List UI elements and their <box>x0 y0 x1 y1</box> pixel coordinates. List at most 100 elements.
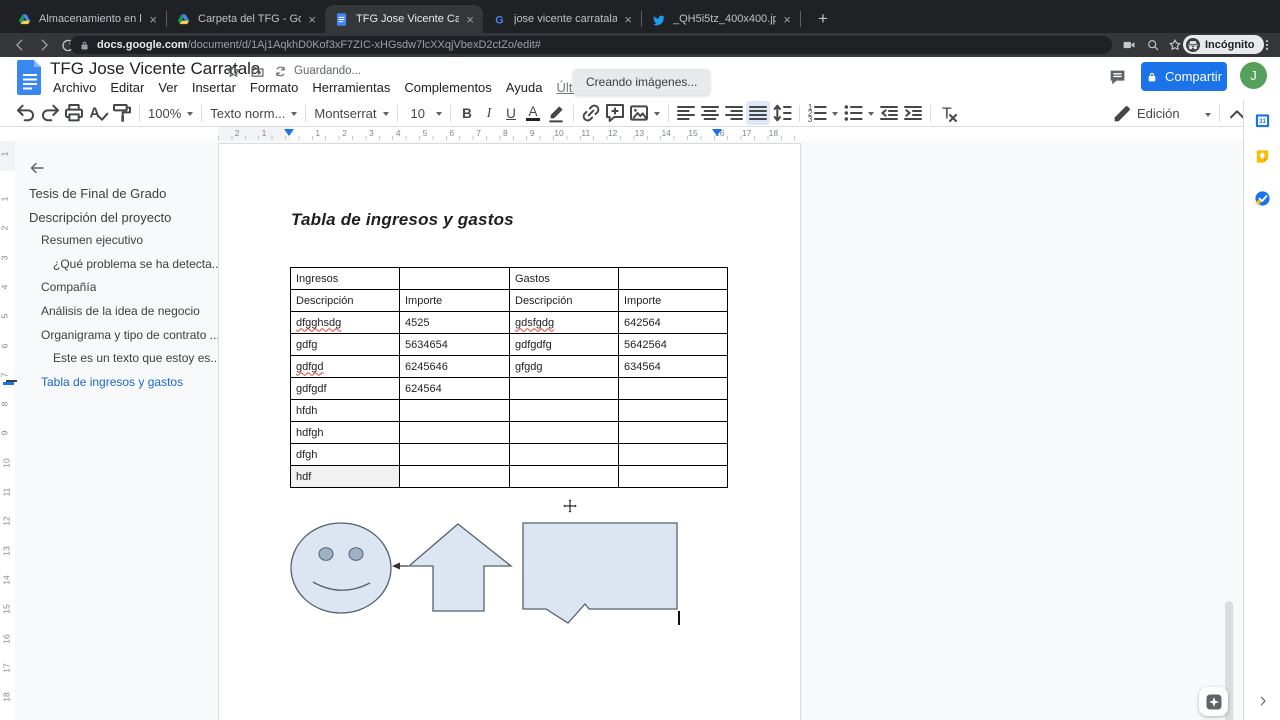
table-cell[interactable]: 5642564 <box>618 333 728 356</box>
table-cell[interactable] <box>399 465 510 488</box>
move-folder-icon[interactable] <box>250 64 265 79</box>
document-page[interactable]: Tabla de ingresos y gastos Ingresos Gasto… <box>218 143 801 720</box>
menu-complementos[interactable]: Complementos <box>404 80 491 95</box>
table-cell[interactable]: gdsfgdg <box>509 311 619 334</box>
redo-button[interactable] <box>38 101 62 125</box>
back-icon[interactable] <box>12 37 28 53</box>
table-cell[interactable] <box>509 465 619 488</box>
expand-panel-icon[interactable] <box>1256 694 1270 708</box>
table-cell[interactable]: 5634654 <box>399 333 510 356</box>
align-center-button[interactable] <box>698 101 722 125</box>
menu-formato[interactable]: Formato <box>250 80 298 95</box>
tab-close-icon[interactable]: × <box>624 13 632 26</box>
table-cell[interactable]: 6245646 <box>399 355 510 378</box>
browser-tab[interactable]: TFG Jose Vicente Carratala - D × <box>325 5 483 33</box>
browser-tab[interactable]: Carpeta del TFG - Google Driv × <box>167 5 325 33</box>
forward-icon[interactable] <box>36 37 52 53</box>
text-color-button[interactable]: A <box>526 105 540 121</box>
media-control-icon[interactable] <box>1122 38 1136 52</box>
menu-editar[interactable]: Editar <box>110 80 144 95</box>
table-cell[interactable] <box>399 399 510 422</box>
section-heading[interactable]: Tabla de ingresos y gastos <box>291 210 514 230</box>
print-button[interactable] <box>62 101 86 125</box>
table-cell[interactable] <box>618 399 728 422</box>
menu-insertar[interactable]: Insertar <box>192 80 236 95</box>
table-cell[interactable]: dfgh <box>290 443 400 466</box>
outline-item[interactable]: Resumen ejecutivo <box>41 233 143 247</box>
insert-link-button[interactable] <box>579 101 603 125</box>
paint-format-button[interactable] <box>110 101 134 125</box>
tasks-icon[interactable] <box>1254 190 1271 207</box>
outline-item[interactable]: ¿Qué problema se ha detecta... <box>53 257 222 271</box>
line-spacing-button[interactable] <box>770 101 794 125</box>
bold-button[interactable]: B <box>456 106 478 121</box>
docs-logo-icon[interactable] <box>17 60 43 95</box>
table-cell[interactable] <box>509 399 619 422</box>
italic-button[interactable]: I <box>478 105 500 121</box>
connector-arrow-shape[interactable] <box>392 562 408 570</box>
table-cell[interactable]: gdfgdfg <box>509 333 619 356</box>
menu-ver[interactable]: Ver <box>158 80 178 95</box>
table-cell[interactable] <box>399 267 510 290</box>
menu-ayuda[interactable]: Ayuda <box>506 80 543 95</box>
underline-button[interactable]: U <box>500 106 522 121</box>
table-cell[interactable]: 642564 <box>618 311 728 334</box>
ruler-row-marker[interactable] <box>3 382 14 385</box>
outline-item[interactable]: Análisis de la idea de negocio <box>41 304 200 318</box>
table-cell[interactable] <box>618 443 728 466</box>
speech-bubble-shape[interactable] <box>522 522 678 624</box>
browser-tab[interactable]: Almacenamiento en la nube pa × <box>8 5 166 33</box>
explore-button[interactable] <box>1199 687 1228 716</box>
outline-item[interactable]: Descripción del proyecto <box>29 210 171 225</box>
undo-button[interactable] <box>14 101 38 125</box>
vertical-ruler[interactable]: 1 1 2 3 4 5 6 7 8 9 10 11 12 13 14 15 16 17 18 <box>0 141 16 720</box>
increase-indent-button[interactable] <box>901 101 925 125</box>
clear-formatting-button[interactable]: T <box>936 101 960 125</box>
horizontal-ruler[interactable]: 2 1 1 2 3 4 5 6 7 8 9 10 11 12 13 14 15 16 17 18 <box>15 127 1243 142</box>
align-left-button[interactable] <box>674 101 698 125</box>
table-cell[interactable]: gdfgdf <box>290 377 400 400</box>
bookmark-star-icon[interactable] <box>1168 38 1182 52</box>
browser-menu-icon[interactable] <box>1260 38 1274 52</box>
table-cell[interactable] <box>399 443 510 466</box>
zoom-select[interactable]: 100% <box>145 106 184 121</box>
table-cell[interactable]: hdfgh <box>290 421 400 444</box>
calendar-icon[interactable]: 31 <box>1254 112 1271 129</box>
smiley-face-shape[interactable] <box>290 522 392 614</box>
address-bar[interactable]: docs.google.com /document/d/1Aj1AqkhD0Ko… <box>70 36 1112 54</box>
table-cell[interactable]: hdf <box>290 465 400 488</box>
outline-item[interactable]: Este es un texto que estoy es... <box>53 351 220 365</box>
table-cell[interactable]: Gastos <box>509 267 619 290</box>
outline-item[interactable]: Organigrama y tipo de contrato ... <box>41 328 220 342</box>
highlight-button[interactable] <box>544 101 568 125</box>
table-cell[interactable] <box>618 377 728 400</box>
decrease-indent-button[interactable] <box>877 101 901 125</box>
keep-icon[interactable] <box>1254 148 1271 165</box>
table-cell[interactable]: gfgdg <box>509 355 619 378</box>
table-cell[interactable]: 4525 <box>399 311 510 334</box>
outline-item[interactable]: Tabla de ingresos y gastos <box>41 375 183 389</box>
left-indent-marker[interactable] <box>284 129 294 141</box>
close-outline-icon[interactable] <box>28 159 46 177</box>
block-up-arrow-shape[interactable] <box>407 523 513 612</box>
menu-archivo[interactable]: Archivo <box>53 80 96 95</box>
spellcheck-button[interactable]: A <box>86 101 110 125</box>
mode-select[interactable]: Edición <box>1134 106 1183 121</box>
table-cell[interactable] <box>509 443 619 466</box>
font-select[interactable]: Montserrat <box>311 106 379 121</box>
table-cell[interactable]: Descripción <box>509 289 619 312</box>
menu-herramientas[interactable]: Herramientas <box>312 80 390 95</box>
new-tab-button[interactable]: + <box>812 8 834 30</box>
tab-close-icon[interactable]: × <box>783 13 791 26</box>
table-cell[interactable] <box>618 465 728 488</box>
outline-item[interactable]: Compañía <box>41 280 96 294</box>
table-cell[interactable] <box>618 421 728 444</box>
outline-item[interactable]: Tesis de Final de Grado <box>29 186 166 201</box>
table-cell[interactable]: 634564 <box>618 355 728 378</box>
table-cell[interactable]: Importe <box>399 289 510 312</box>
table-cell[interactable]: dfgghsdg <box>290 311 400 334</box>
paragraph-style-select[interactable]: Texto norm... <box>207 106 288 121</box>
table-cell[interactable]: hfdh <box>290 399 400 422</box>
table-cell[interactable] <box>399 421 510 444</box>
share-button[interactable]: Compartir <box>1141 62 1227 91</box>
